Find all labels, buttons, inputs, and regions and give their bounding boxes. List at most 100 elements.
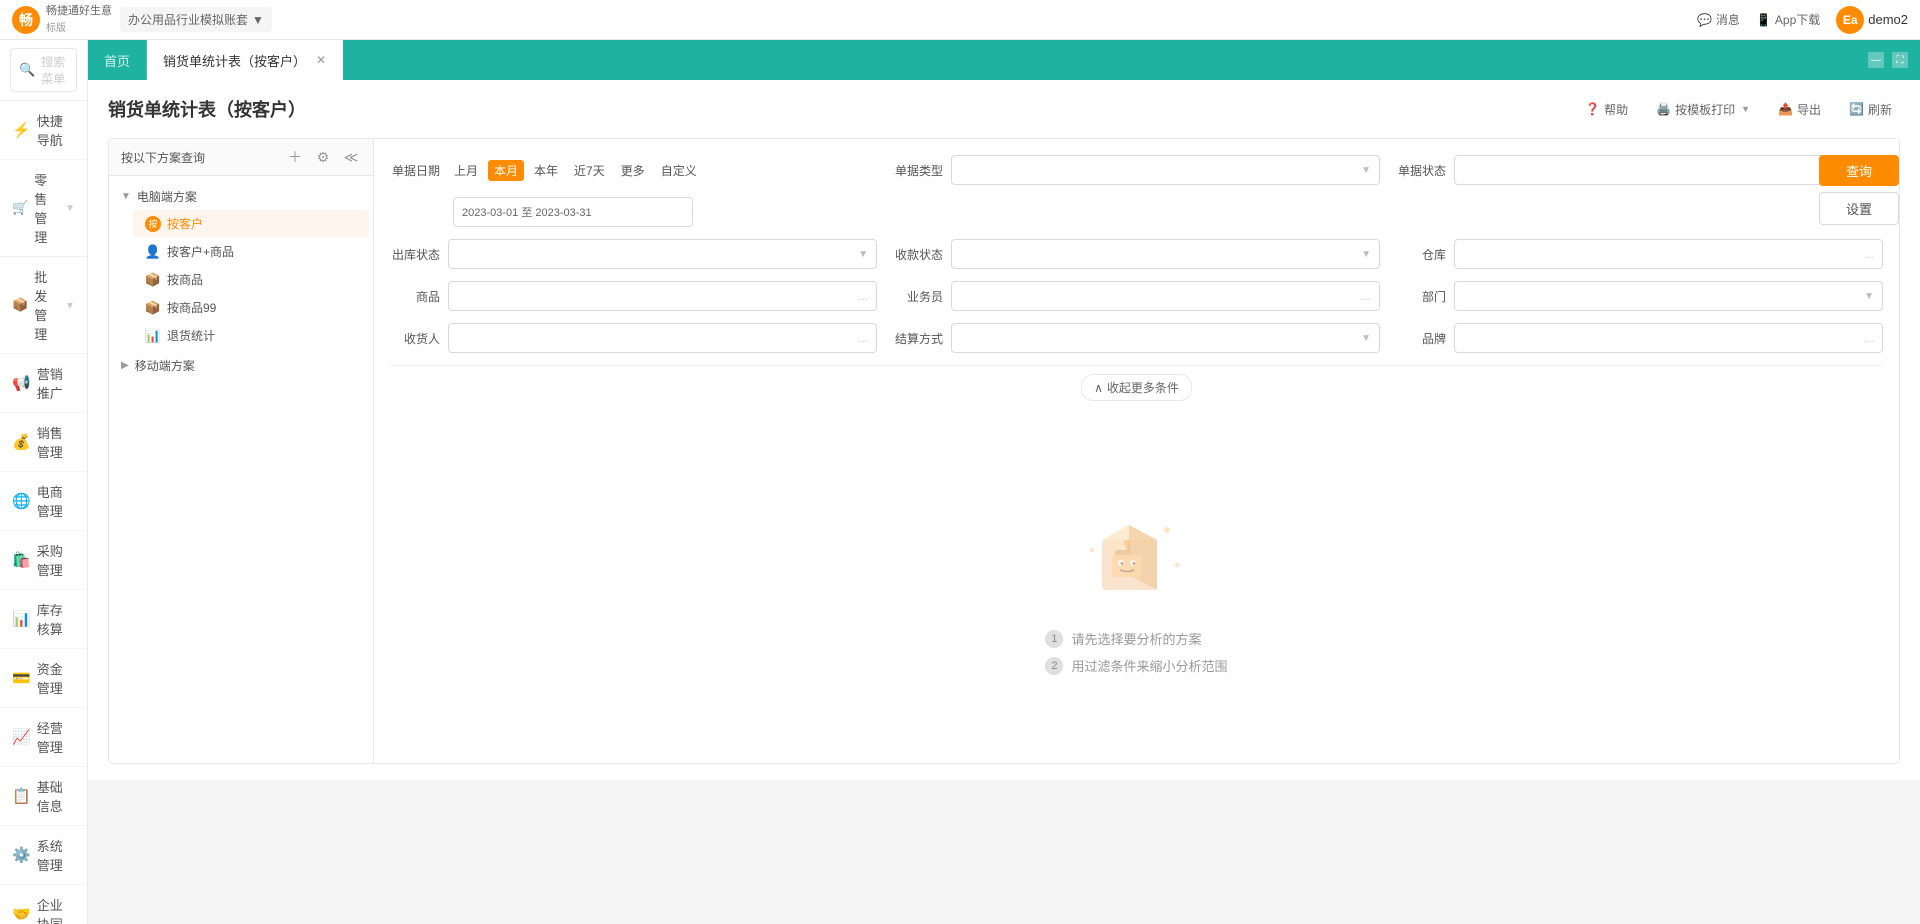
avatar: Ea [1836,6,1864,34]
settlement-label: 结算方式 [893,330,943,347]
brand-input[interactable]: ... [1454,323,1883,353]
date-btn-custom[interactable]: 自定义 [655,160,703,181]
warehouse-label: 仓库 [1396,246,1446,263]
sidebar-item-sales[interactable]: 💰 销售管理 [0,413,87,472]
right-panel-wrapper: 单据日期 上月 本月 本年 近7天 更多 自定义 [374,139,1899,763]
sidebar-search[interactable]: 🔍 搜索菜单 [0,40,87,101]
scheme-settings-button[interactable]: ⚙ [313,147,333,167]
scheme-add-button[interactable]: ＋ [285,147,305,167]
tree-item-by-product[interactable]: 📦 按商品 [133,266,369,293]
filter-row-1: 单据日期 上月 本月 本年 近7天 更多 自定义 [390,155,1883,185]
tab-home[interactable]: 首页 [88,40,147,80]
query-button[interactable]: 查询 [1819,155,1899,186]
sales-label: 销售管理 [37,423,75,461]
purchase-icon: 🛍️ [12,551,31,569]
sidebar-item-purchase[interactable]: 🛍️ 采购管理 [0,531,87,590]
by-product-99-label: 按商品99 [167,299,216,316]
platform-selector[interactable]: 办公用品行业模拟账套 ▼ [120,7,272,32]
tree-item-by-customer[interactable]: 按 按客户 [133,210,369,237]
settings-button[interactable]: 设置 [1819,192,1899,225]
settlement-select[interactable]: ▼ [951,323,1380,353]
app-download-action[interactable]: 📱 App下载 [1756,11,1820,28]
sidebar-item-basic[interactable]: 📋 基础信息 [0,767,87,826]
main-layout: 🔍 搜索菜单 ⚡ 快捷导航 🛒 零售管理 ▼ 📦 批发管理 ▲ 📢 营销推广 [0,40,1920,924]
empty-tip-1: 1 请先选择要分析的方案 [1045,629,1227,648]
mobile-toggle-icon: ▶ [121,360,129,371]
order-type-select[interactable]: ▼ [951,155,1380,185]
system-label: 系统管理 [37,836,75,874]
product-input[interactable]: ... [448,281,877,311]
salesperson-input[interactable]: ... [951,281,1380,311]
brand-dots: ... [1864,331,1874,345]
date-btn-this-year[interactable]: 本年 [528,160,564,181]
tree-item-by-customer-product[interactable]: 👤 按客户+商品 [133,238,369,265]
scheme-header: 按以下方案查询 ＋ ⚙ ≪ [109,139,373,176]
tree-group-mobile-header[interactable]: ▶ 移动端方案 [109,353,373,378]
sidebar-item-enterprise[interactable]: 🤝 企业协同 [0,885,87,924]
scheme-collapse-button[interactable]: ≪ [341,147,361,167]
nav-group-wholesale: 📦 批发管理 ▲ [0,257,87,354]
date-btn-last-month[interactable]: 上月 [448,160,484,181]
window-minimize-button[interactable]: — [1868,52,1884,68]
receiver-input[interactable]: ... [448,323,877,353]
search-inner[interactable]: 🔍 搜索菜单 [10,48,77,92]
help-button[interactable]: ❓ 帮助 [1577,97,1636,122]
collapse-button[interactable]: ∧ 收起更多条件 [1081,374,1192,401]
sales-icon: 💰 [12,433,31,451]
brand-label: 品牌 [1396,330,1446,347]
app-download-label: App下载 [1775,11,1820,28]
tab-close-icon[interactable]: ✕ [316,53,326,67]
sidebar-item-system[interactable]: ⚙️ 系统管理 [0,826,87,885]
date-btn-last-7days[interactable]: 近7天 [568,160,611,181]
warehouse-input[interactable]: ... [1454,239,1883,269]
pc-toggle-icon: ▼ [121,191,131,202]
user-area[interactable]: Ea demo2 [1836,6,1908,34]
sidebar-item-operations[interactable]: 📈 经营管理 [0,708,87,767]
payment-select[interactable]: ▼ [951,239,1380,269]
ecommerce-icon: 🌐 [12,492,31,510]
department-select[interactable]: ▼ [1454,281,1883,311]
retail-header[interactable]: 🛒 零售管理 ▼ [0,160,87,256]
date-btn-this-month[interactable]: 本月 [488,160,524,181]
page-actions: ❓ 帮助 🖨️ 按模板打印 📤 导出 🔄 [1577,97,1900,122]
date-value-input[interactable]: 2023-03-01 至 2023-03-31 [453,197,693,227]
delivery-select[interactable]: ▼ [448,239,877,269]
message-action[interactable]: 💬 消息 [1697,11,1740,28]
tab-sales-stats-label: 销货单统计表（按客户） [163,51,306,70]
tree-item-by-product-99[interactable]: 📦 按商品99 [133,294,369,321]
window-maximize-button[interactable]: ⛶ [1892,52,1908,68]
filter-item-warehouse: 仓库 ... [1396,239,1883,269]
filter-item-product: 商品 ... [390,281,877,311]
export-button[interactable]: 📤 导出 [1770,97,1829,122]
empty-tips: 1 请先选择要分析的方案 2 用过滤条件来缩小分析范围 [1045,629,1227,683]
app-download-icon: 📱 [1756,13,1771,27]
filter-item-payment: 收款状态 ▼ [893,239,1380,269]
sidebar-item-inventory[interactable]: 📊 库存核算 [0,590,87,649]
return-stats-label: 退货统计 [167,327,215,344]
empty-illustration [1077,505,1197,605]
empty-tip-2: 2 用过滤条件来缩小分析范围 [1045,656,1227,675]
sidebar-item-ecommerce[interactable]: 🌐 电商管理 [0,472,87,531]
message-icon: 💬 [1697,13,1712,27]
empty-state: 1 请先选择要分析的方案 2 用过滤条件来缩小分析范围 [374,425,1899,763]
warehouse-dots: ... [1864,247,1874,261]
sidebar-item-quick-nav[interactable]: ⚡ 快捷导航 [0,101,87,160]
tree-item-return-stats[interactable]: 📊 退货统计 [133,322,369,349]
sidebar-item-marketing[interactable]: 📢 营销推广 [0,354,87,413]
by-product-99-icon: 📦 [145,300,161,316]
filter-item-order-status: 单据状态 ▼ [1396,155,1883,185]
page-title: 销货单统计表（按客户） [108,96,306,122]
date-btn-more[interactable]: 更多 [615,160,651,181]
department-label: 部门 [1396,288,1446,305]
template-print-button[interactable]: 🖨️ 按模板打印 [1648,97,1758,122]
tree-group-pc: ▼ 电脑端方案 按 按客户 👤 [109,184,373,349]
tip-num-2: 2 [1045,657,1063,675]
refresh-button[interactable]: 🔄 刷新 [1841,97,1900,122]
enterprise-label: 企业协同 [37,895,75,924]
sidebar-item-finance[interactable]: 💳 资金管理 [0,649,87,708]
tree-group-pc-header[interactable]: ▼ 电脑端方案 [109,184,373,209]
wholesale-header[interactable]: 📦 批发管理 ▲ [0,257,87,353]
tip-text-2: 用过滤条件来缩小分析范围 [1071,656,1227,675]
tab-sales-stats[interactable]: 销货单统计表（按客户） ✕ [147,40,343,80]
top-header: 畅 畅捷通好生意 标版 办公用品行业模拟账套 ▼ 💬 消息 📱 App下载 Ea… [0,0,1920,40]
